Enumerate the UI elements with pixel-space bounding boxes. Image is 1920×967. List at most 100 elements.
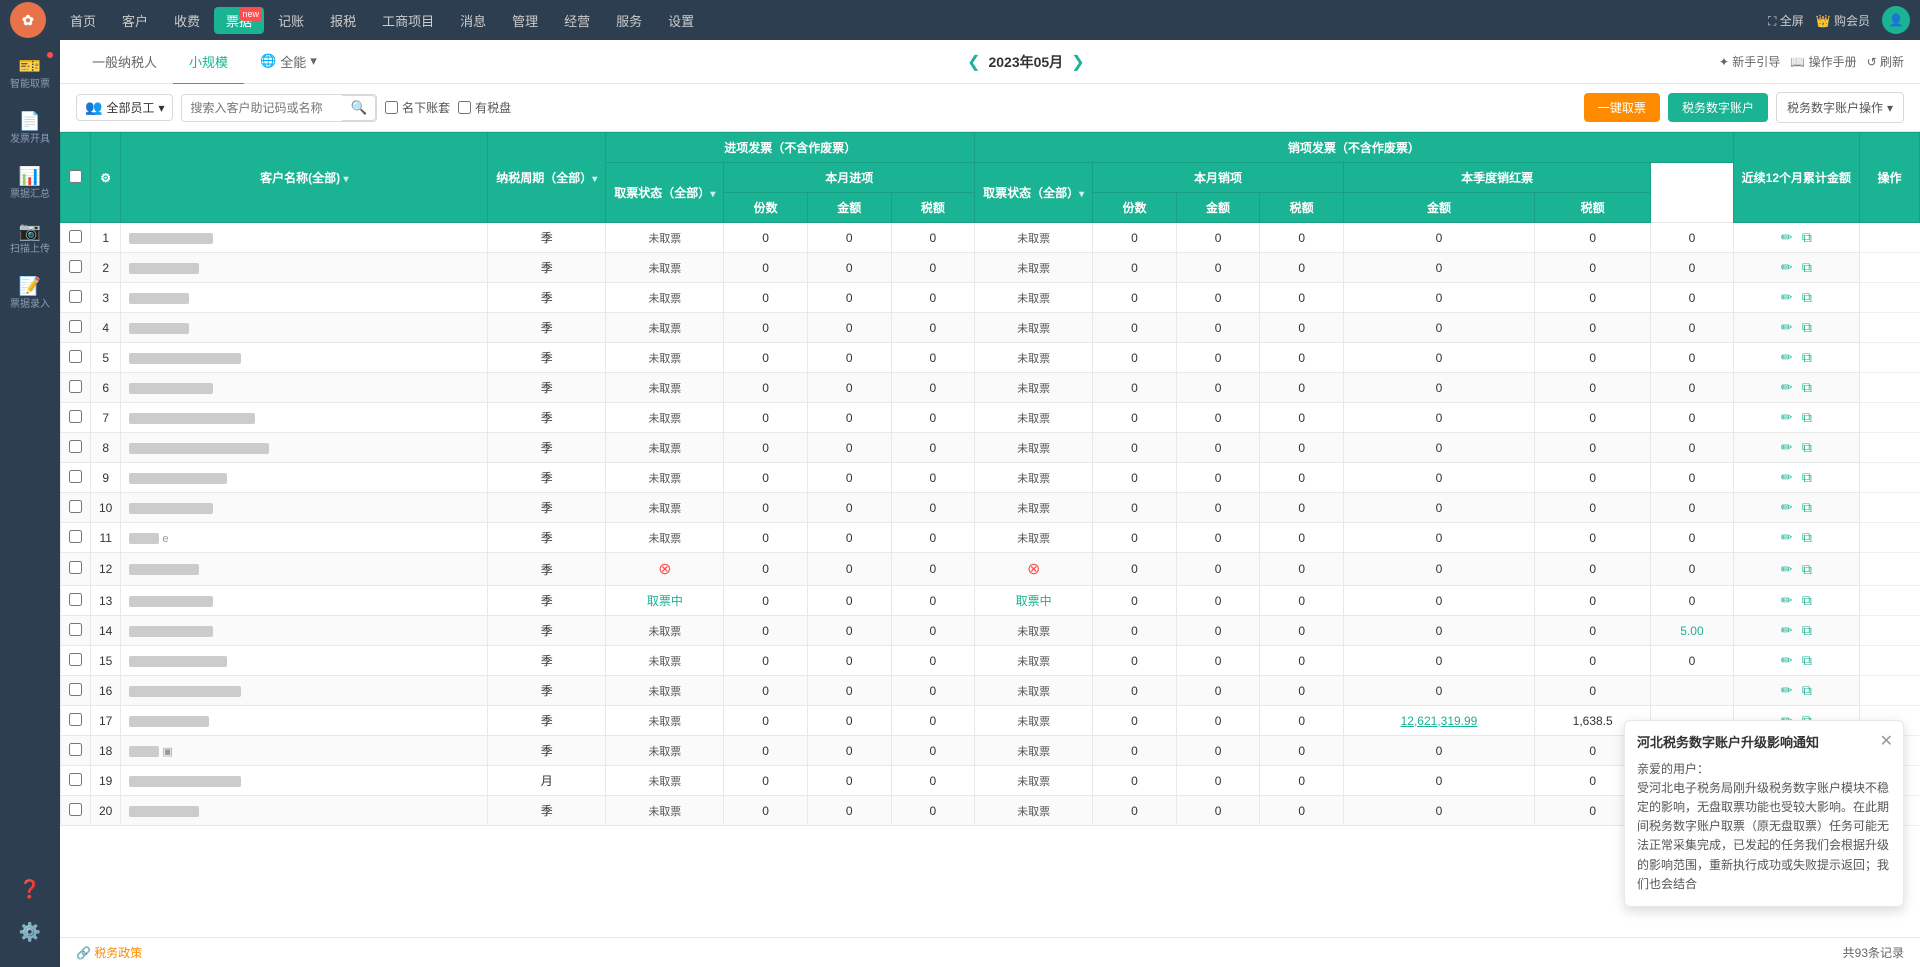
copy-btn[interactable]: ⧉ [1799, 592, 1815, 609]
statement-checkbox[interactable] [385, 101, 398, 114]
refresh-btn[interactable]: ↺ 刷新 [1867, 53, 1904, 70]
edit-btn[interactable]: ✏ [1778, 349, 1796, 366]
edit-btn[interactable]: ✏ [1778, 652, 1796, 669]
nav-bookkeep[interactable]: 记账 [266, 7, 316, 34]
nav-home[interactable]: 首页 [58, 7, 108, 34]
row-checkbox[interactable] [69, 320, 82, 333]
row-checkbox[interactable] [69, 260, 82, 273]
edit-btn[interactable]: ✏ [1778, 379, 1796, 396]
sidebar-config[interactable]: ⚙️ [3, 914, 57, 953]
copy-btn[interactable]: ⧉ [1799, 409, 1815, 426]
sidebar-item-open-invoice[interactable]: 📄 发票开具 [3, 103, 57, 154]
period-next[interactable]: ❯ [1071, 52, 1084, 72]
edit-btn[interactable]: ✏ [1778, 529, 1796, 546]
row-checkbox[interactable] [69, 653, 82, 666]
one-click-fetch-btn[interactable]: 一键取票 [1584, 93, 1660, 122]
checkbox-tax[interactable]: 有税盘 [458, 99, 511, 116]
cumulative-link[interactable]: 5.00 [1680, 624, 1703, 638]
row-checkbox[interactable] [69, 623, 82, 636]
header-taxperiod-col[interactable]: 纳税周期（全部）▾ [488, 133, 606, 223]
tab-small-scale[interactable]: 小规模 [173, 40, 244, 85]
nav-business[interactable]: 工商项目 [370, 7, 446, 34]
tax-policy-link[interactable]: 🔗 税务政策 [76, 944, 142, 961]
copy-btn[interactable]: ⧉ [1799, 229, 1815, 246]
row-checkbox[interactable] [69, 380, 82, 393]
edit-btn[interactable]: ✏ [1778, 561, 1796, 578]
row-checkbox[interactable] [69, 290, 82, 303]
nav-manage[interactable]: 管理 [500, 7, 550, 34]
sidebar-help[interactable]: ❓ [3, 871, 57, 910]
edit-btn[interactable]: ✏ [1778, 622, 1796, 639]
row-checkbox[interactable] [69, 530, 82, 543]
period-prev[interactable]: ❮ [967, 52, 980, 72]
nav-invoice[interactable]: 票据 new [214, 7, 264, 34]
guide-btn[interactable]: ✦ 新手引导 [1719, 53, 1780, 70]
sidebar-item-entry[interactable]: 📝 票据录入 [3, 268, 57, 319]
row-checkbox[interactable] [69, 713, 82, 726]
copy-btn[interactable]: ⧉ [1799, 652, 1815, 669]
tax-checkbox[interactable] [458, 101, 471, 114]
header-settings-col[interactable]: ⚙ [91, 133, 121, 223]
edit-btn[interactable]: ✏ [1778, 592, 1796, 609]
copy-btn[interactable]: ⧉ [1799, 319, 1815, 336]
row-checkbox[interactable] [69, 743, 82, 756]
user-avatar[interactable]: 👤 [1882, 6, 1910, 34]
header-customer-col[interactable]: 客户名称(全部) ▾ [121, 133, 488, 223]
row-checkbox[interactable] [69, 410, 82, 423]
nav-operation[interactable]: 经营 [552, 7, 602, 34]
search-button[interactable]: 🔍 [342, 95, 376, 121]
tab-general-taxpayer[interactable]: 一般纳税人 [76, 40, 173, 85]
row-checkbox[interactable] [69, 561, 82, 574]
search-input[interactable] [182, 95, 342, 121]
nav-client[interactable]: 客户 [110, 7, 160, 34]
copy-btn[interactable]: ⧉ [1799, 379, 1815, 396]
member-btn[interactable]: 👑 购会员 [1816, 12, 1870, 29]
copy-btn[interactable]: ⧉ [1799, 289, 1815, 306]
row-checkbox[interactable] [69, 350, 82, 363]
header-inc-status[interactable]: 取票状态（全部）▾ [606, 163, 724, 223]
edit-btn[interactable]: ✏ [1778, 409, 1796, 426]
copy-btn[interactable]: ⧉ [1799, 439, 1815, 456]
edit-btn[interactable]: ✏ [1778, 499, 1796, 516]
row-checkbox[interactable] [69, 683, 82, 696]
nav-service[interactable]: 服务 [604, 7, 654, 34]
row-checkbox[interactable] [69, 230, 82, 243]
row-checkbox[interactable] [69, 470, 82, 483]
copy-btn[interactable]: ⧉ [1799, 529, 1815, 546]
manual-btn[interactable]: 📖 操作手册 [1790, 53, 1856, 70]
edit-btn[interactable]: ✏ [1778, 319, 1796, 336]
row-checkbox[interactable] [69, 440, 82, 453]
nav-message[interactable]: 消息 [448, 7, 498, 34]
edit-btn[interactable]: ✏ [1778, 439, 1796, 456]
checkbox-statement[interactable]: 名下账套 [385, 99, 450, 116]
nav-fee[interactable]: 收费 [162, 7, 212, 34]
fullscreen-btn[interactable]: ⛶ 全屏 [1768, 12, 1804, 29]
copy-btn[interactable]: ⧉ [1799, 259, 1815, 276]
copy-btn[interactable]: ⧉ [1799, 682, 1815, 699]
edit-btn[interactable]: ✏ [1778, 469, 1796, 486]
digital-ops-btn[interactable]: 税务数字账户操作 ▾ [1776, 92, 1904, 123]
nav-settings[interactable]: 设置 [656, 7, 706, 34]
row-checkbox[interactable] [69, 593, 82, 606]
ded-amount-link[interactable]: 12,621,319.99 [1401, 714, 1478, 728]
copy-btn[interactable]: ⧉ [1799, 561, 1815, 578]
edit-btn[interactable]: ✏ [1778, 259, 1796, 276]
row-checkbox[interactable] [69, 803, 82, 816]
copy-btn[interactable]: ⧉ [1799, 622, 1815, 639]
edit-btn[interactable]: ✏ [1778, 682, 1796, 699]
row-checkbox[interactable] [69, 773, 82, 786]
header-out-status[interactable]: 取票状态（全部）▾ [975, 163, 1093, 223]
sidebar-item-summary[interactable]: 📊 票据汇总 [3, 158, 57, 209]
nav-tax[interactable]: 报税 [318, 7, 368, 34]
select-all-checkbox[interactable] [69, 170, 82, 183]
edit-btn[interactable]: ✏ [1778, 289, 1796, 306]
sidebar-item-smart-ticket[interactable]: 🎫 智能取票 [3, 48, 57, 99]
copy-btn[interactable]: ⧉ [1799, 469, 1815, 486]
edit-btn[interactable]: ✏ [1778, 229, 1796, 246]
employee-filter[interactable]: 👥 全部员工 ▾ [76, 94, 173, 121]
row-checkbox[interactable] [69, 500, 82, 513]
digital-account-btn[interactable]: 税务数字账户 [1668, 93, 1768, 122]
sidebar-item-scan[interactable]: 📷 扫描上传 [3, 213, 57, 264]
notification-close-btn[interactable]: ✕ [1880, 729, 1893, 755]
tab-allround[interactable]: 🌐 全能 ▾ [244, 40, 333, 85]
